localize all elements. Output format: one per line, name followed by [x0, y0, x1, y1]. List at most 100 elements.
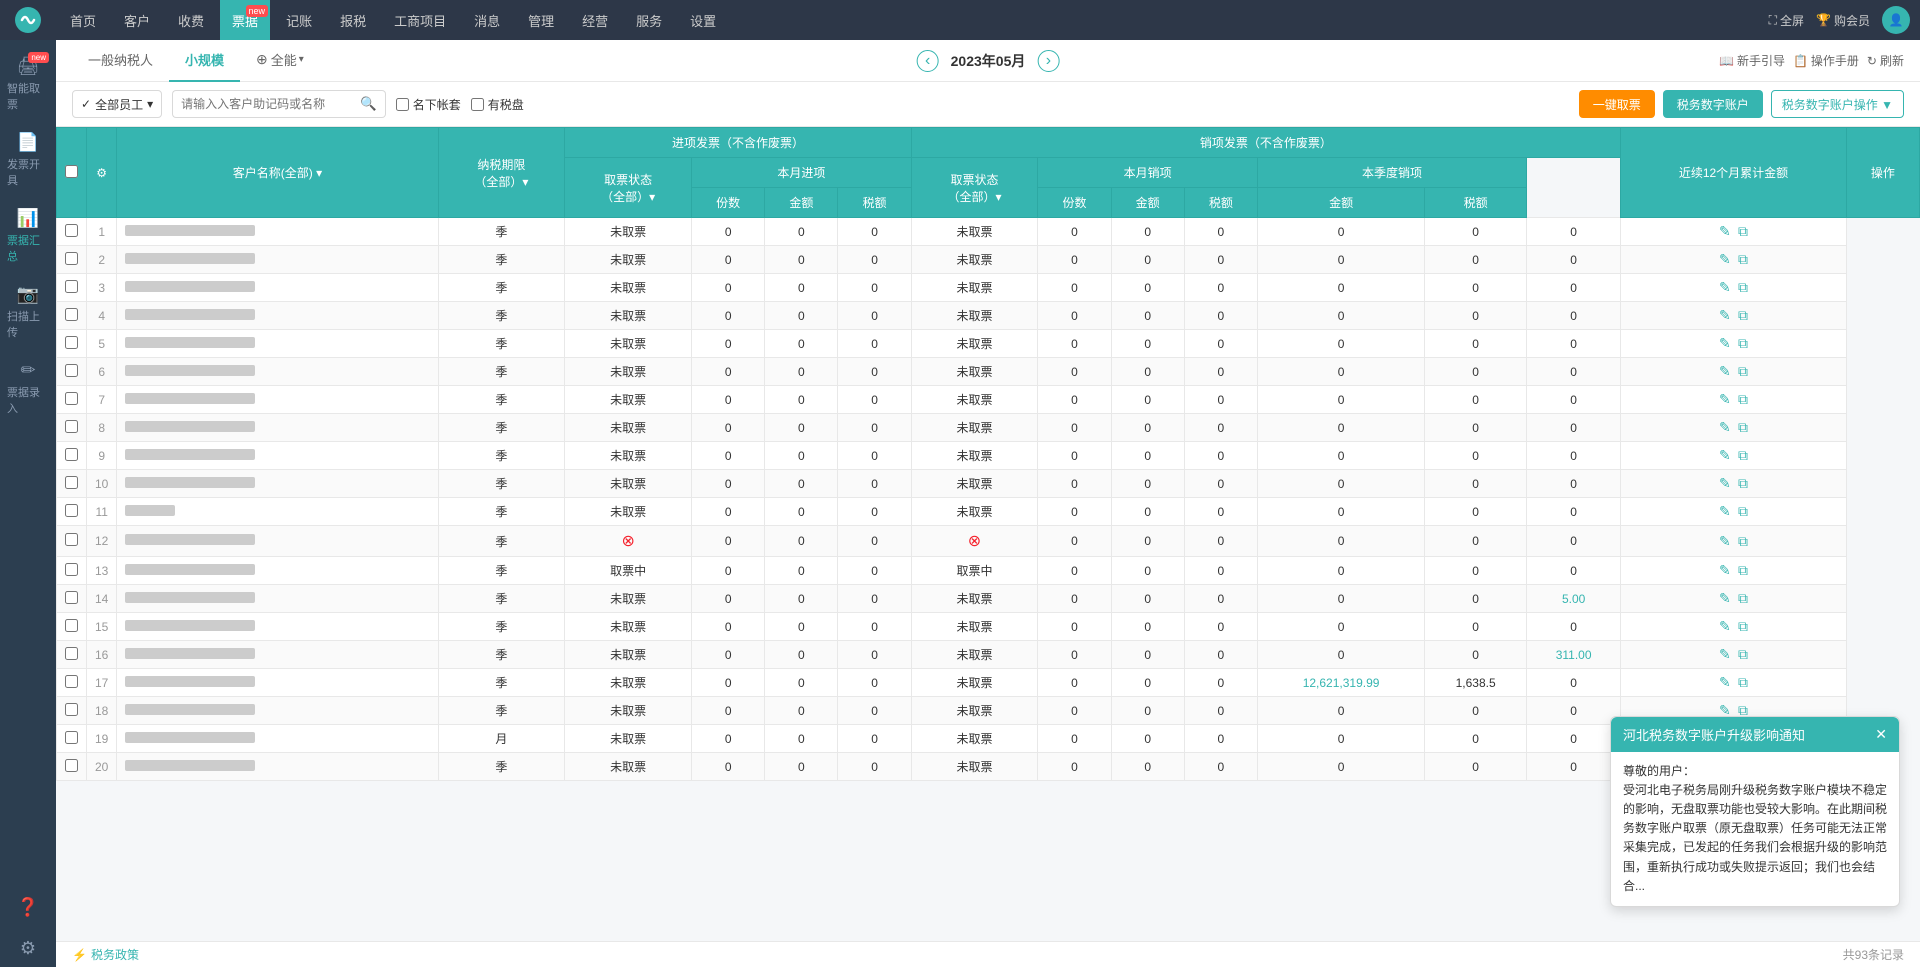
- copy-icon[interactable]: ⧉: [1738, 646, 1748, 662]
- nav-settings[interactable]: 设置: [678, 0, 728, 40]
- row-checkbox-cell[interactable]: [57, 218, 87, 246]
- row-checkbox[interactable]: [65, 591, 78, 604]
- row-checkbox[interactable]: [65, 336, 78, 349]
- nav-billing[interactable]: 收费: [166, 0, 216, 40]
- digital-account-button[interactable]: 税务数字账户: [1663, 90, 1763, 118]
- row-checkbox[interactable]: [65, 619, 78, 632]
- select-all-checkbox[interactable]: [65, 165, 78, 178]
- row-checkbox[interactable]: [65, 448, 78, 461]
- in-status-cell[interactable]: 未取票: [565, 414, 692, 442]
- row-checkbox-cell[interactable]: [57, 358, 87, 386]
- search-input[interactable]: [172, 90, 352, 118]
- edit-icon[interactable]: ✎: [1719, 674, 1731, 690]
- row-checkbox-cell[interactable]: [57, 442, 87, 470]
- in-status-cell[interactable]: 未取票: [565, 498, 692, 526]
- row-checkbox-cell[interactable]: [57, 386, 87, 414]
- row-checkbox[interactable]: [65, 280, 78, 293]
- row-checkbox[interactable]: [65, 420, 78, 433]
- sidebar-item-help[interactable]: ❓: [3, 889, 53, 926]
- out-status-cell[interactable]: 未取票: [911, 697, 1038, 725]
- out-status-cell[interactable]: 未取票: [911, 302, 1038, 330]
- edit-icon[interactable]: ✎: [1719, 251, 1731, 267]
- copy-icon[interactable]: ⧉: [1738, 251, 1748, 267]
- out-status-cell[interactable]: 未取票: [911, 246, 1038, 274]
- in-status-cell[interactable]: 未取票: [565, 386, 692, 414]
- sidebar-item-smart-ticket[interactable]: 🖨 智能取票 new: [3, 48, 53, 120]
- in-status-cell[interactable]: 未取票: [565, 697, 692, 725]
- out-status-cell[interactable]: ⊗: [911, 526, 1038, 557]
- tab-general-taxpayer[interactable]: 一般纳税人: [72, 40, 169, 82]
- row-checkbox-cell[interactable]: [57, 585, 87, 613]
- row-checkbox-cell[interactable]: [57, 470, 87, 498]
- in-status-cell[interactable]: 未取票: [565, 470, 692, 498]
- edit-icon[interactable]: ✎: [1719, 533, 1731, 549]
- out-status-cell[interactable]: 未取票: [911, 669, 1038, 697]
- copy-icon[interactable]: ⧉: [1738, 562, 1748, 578]
- row-checkbox-cell[interactable]: [57, 498, 87, 526]
- in-status-cell[interactable]: 未取票: [565, 302, 692, 330]
- row-checkbox[interactable]: [65, 252, 78, 265]
- edit-icon[interactable]: ✎: [1719, 419, 1731, 435]
- fullscreen-button[interactable]: ⛶ 全屏: [1769, 12, 1804, 29]
- edit-icon[interactable]: ✎: [1719, 646, 1731, 662]
- copy-icon[interactable]: ⧉: [1738, 279, 1748, 295]
- sidebar-item-scan[interactable]: 📷 扫描上传: [3, 276, 53, 348]
- out-status-cell[interactable]: 未取票: [911, 753, 1038, 781]
- member-button[interactable]: 🏆 购会员: [1816, 12, 1870, 29]
- out-status-cell[interactable]: 未取票: [911, 442, 1038, 470]
- copy-icon[interactable]: ⧉: [1738, 503, 1748, 519]
- row-checkbox-cell[interactable]: [57, 274, 87, 302]
- edit-icon[interactable]: ✎: [1719, 335, 1731, 351]
- in-status-cell[interactable]: 未取票: [565, 753, 692, 781]
- row-checkbox[interactable]: [65, 647, 78, 660]
- copy-icon[interactable]: ⧉: [1738, 475, 1748, 491]
- in-status-cell[interactable]: 未取票: [565, 669, 692, 697]
- checkbox-taxdisk[interactable]: 有税盘: [471, 96, 524, 113]
- row-checkbox-cell[interactable]: [57, 246, 87, 274]
- edit-icon[interactable]: ✎: [1719, 307, 1731, 323]
- period-next-button[interactable]: ›: [1037, 50, 1059, 72]
- nav-operation[interactable]: 经营: [570, 0, 620, 40]
- tax-policy-link[interactable]: 税务政策: [91, 946, 139, 963]
- in-status-cell[interactable]: 未取票: [565, 442, 692, 470]
- in-status-cell[interactable]: 未取票: [565, 218, 692, 246]
- edit-icon[interactable]: ✎: [1719, 447, 1731, 463]
- nav-tax[interactable]: 报税: [328, 0, 378, 40]
- digital-account-operation-button[interactable]: 税务数字账户操作 ▼: [1771, 90, 1904, 118]
- notification-close-button[interactable]: ✕: [1875, 726, 1887, 743]
- in-status-cell[interactable]: 未取票: [565, 358, 692, 386]
- edit-icon[interactable]: ✎: [1719, 279, 1731, 295]
- copy-icon[interactable]: ⧉: [1738, 447, 1748, 463]
- row-checkbox-cell[interactable]: [57, 697, 87, 725]
- row-checkbox[interactable]: [65, 392, 78, 405]
- copy-icon[interactable]: ⧉: [1738, 363, 1748, 379]
- in-status-cell[interactable]: 未取票: [565, 585, 692, 613]
- sidebar-item-summary[interactable]: 📊 票据汇总: [3, 200, 53, 272]
- row-checkbox[interactable]: [65, 224, 78, 237]
- row-checkbox-cell[interactable]: [57, 557, 87, 585]
- edit-icon[interactable]: ✎: [1719, 223, 1731, 239]
- edit-icon[interactable]: ✎: [1719, 562, 1731, 578]
- copy-icon[interactable]: ⧉: [1738, 307, 1748, 323]
- out-status-cell[interactable]: 未取票: [911, 386, 1038, 414]
- out-status-cell[interactable]: 未取票: [911, 414, 1038, 442]
- row-checkbox[interactable]: [65, 703, 78, 716]
- out-status-cell[interactable]: 未取票: [911, 470, 1038, 498]
- out-status-cell[interactable]: 未取票: [911, 641, 1038, 669]
- season-amount[interactable]: 12,621,319.99: [1303, 676, 1380, 690]
- row-checkbox[interactable]: [65, 759, 78, 772]
- row-checkbox[interactable]: [65, 563, 78, 576]
- row-checkbox[interactable]: [65, 675, 78, 688]
- period-prev-button[interactable]: ‹: [917, 50, 939, 72]
- user-avatar[interactable]: 👤: [1882, 6, 1910, 34]
- edit-icon[interactable]: ✎: [1719, 618, 1731, 634]
- out-status-cell[interactable]: 未取票: [911, 274, 1038, 302]
- copy-icon[interactable]: ⧉: [1738, 419, 1748, 435]
- out-status-cell[interactable]: 取票中: [911, 557, 1038, 585]
- nav-message[interactable]: 消息: [462, 0, 512, 40]
- manual-button[interactable]: 📋 操作手册: [1793, 52, 1859, 69]
- acc12-value[interactable]: 311.00: [1556, 648, 1592, 662]
- row-checkbox-cell[interactable]: [57, 526, 87, 557]
- edit-icon[interactable]: ✎: [1719, 363, 1731, 379]
- search-button[interactable]: 🔍: [352, 90, 386, 118]
